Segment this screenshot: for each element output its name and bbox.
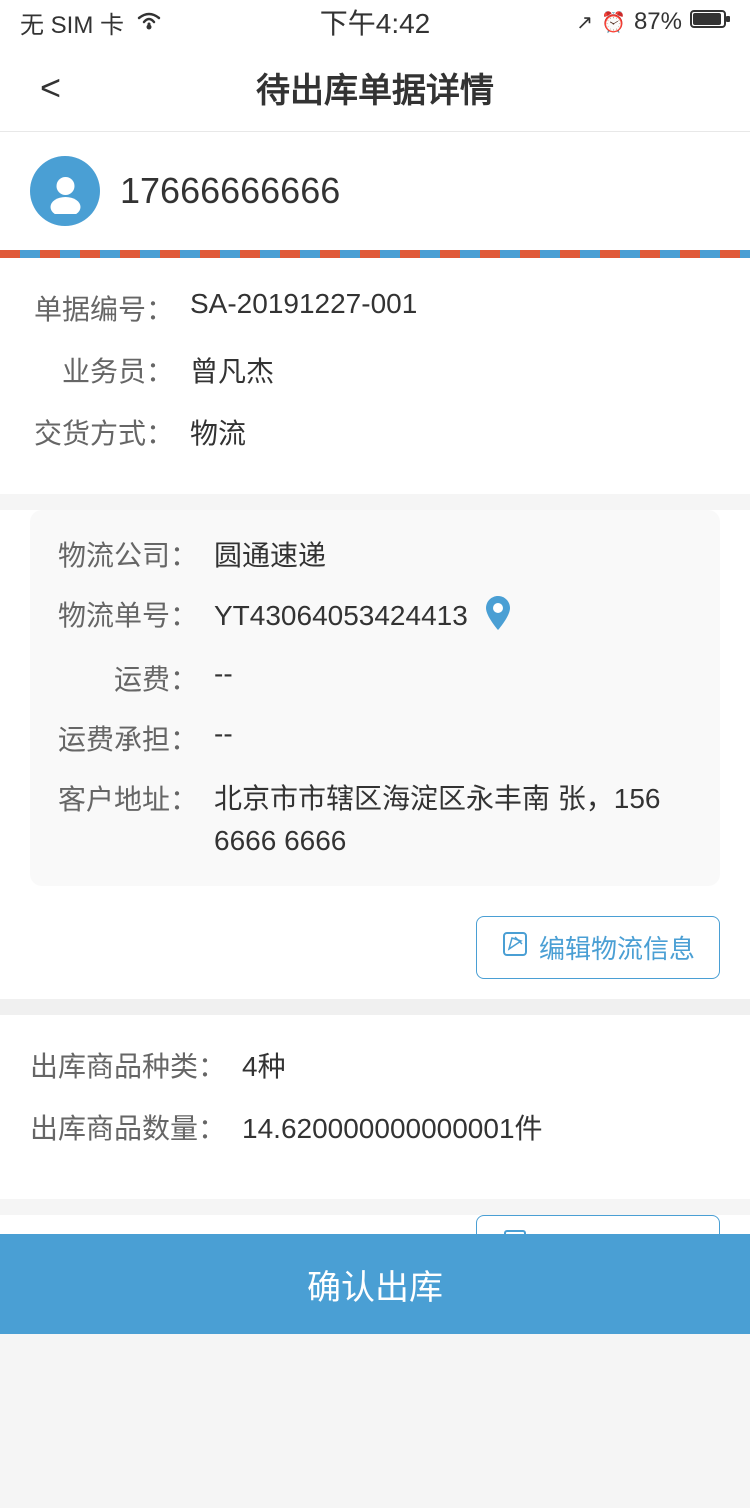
wifi-icon [134, 8, 164, 37]
carrier-text: 无 SIM 卡 [20, 5, 124, 40]
freight-label: 运费： [54, 658, 214, 698]
goods-types-row: 出库商品种类： 4种 [30, 1045, 720, 1085]
freight-row: 运费： -- [54, 658, 696, 698]
battery-icon [690, 8, 730, 36]
order-info-section: 单据编号： SA-20191227-001 业务员： 曾凡杰 交货方式： 物流 [0, 258, 750, 494]
page-title: 待出库单据详情 [256, 63, 494, 112]
confirm-outbound-button[interactable]: 确认出库 [307, 1260, 443, 1309]
location-service-icon: ↗ [576, 10, 593, 35]
freight-bear-value: -- [214, 718, 696, 750]
delivery-method-value: 物流 [190, 412, 720, 452]
goods-quantity-row: 出库商品数量： 14.620000000000001件 [30, 1107, 720, 1147]
alarm-icon: ⏰ [601, 10, 626, 35]
status-bar: 无 SIM 卡 下午4:42 ↗ ⏰ 87% [0, 0, 750, 44]
nav-bar: < 待出库单据详情 [0, 44, 750, 132]
goods-quantity-label: 出库商品数量： [30, 1107, 242, 1147]
battery-text: 87% [634, 8, 682, 36]
logistics-company-value: 圆通速递 [214, 534, 696, 574]
address-row: 客户地址： 北京市市辖区海淀区永丰南 张，156 6666 6666 [54, 778, 696, 862]
logistics-tracking-label: 物流单号： [54, 594, 214, 634]
avatar [30, 156, 100, 226]
sales-person-label: 业务员： [30, 350, 190, 390]
freight-bear-row: 运费承担： -- [54, 718, 696, 758]
logistics-tracking-row: 物流单号： YT43064053424413 [54, 594, 696, 638]
back-button[interactable]: < [30, 57, 71, 119]
status-right: ↗ ⏰ 87% [576, 8, 730, 36]
order-no-label: 单据编号： [30, 288, 190, 328]
edit-icon [501, 930, 529, 965]
user-phone: 17666666666 [120, 170, 340, 212]
status-left: 无 SIM 卡 [20, 5, 164, 40]
logistics-company-row: 物流公司： 圆通速递 [54, 534, 696, 574]
goods-section: 出库商品种类： 4种 出库商品数量： 14.620000000000001件 [0, 1015, 750, 1199]
address-label: 客户地址： [54, 778, 214, 818]
goods-types-value: 4种 [242, 1045, 720, 1085]
address-value: 北京市市辖区海淀区永丰南 张，156 6666 6666 [214, 778, 696, 862]
confirm-btn-container: 确认出库 [0, 1234, 750, 1334]
sales-person-row: 业务员： 曾凡杰 [30, 350, 720, 390]
sales-person-value: 曾凡杰 [190, 350, 720, 390]
tracking-location-icon[interactable] [482, 594, 514, 638]
edit-logistics-button[interactable]: 编辑物流信息 [476, 916, 720, 979]
status-time: 下午4:42 [320, 2, 431, 42]
logistics-card: 物流公司： 圆通速递 物流单号： YT43064053424413 运费： --… [30, 510, 720, 886]
section-divider [0, 999, 750, 1015]
order-no-row: 单据编号： SA-20191227-001 [30, 288, 720, 328]
goods-types-label: 出库商品种类： [30, 1045, 242, 1085]
logistics-company-label: 物流公司： [54, 534, 214, 574]
delivery-method-label: 交货方式： [30, 412, 190, 452]
dashed-divider [0, 250, 750, 258]
user-section: 17666666666 [0, 132, 750, 250]
freight-bear-label: 运费承担： [54, 718, 214, 758]
edit-btn-row: 编辑物流信息 [0, 916, 750, 999]
logistics-tracking-value: YT43064053424413 [214, 594, 696, 638]
goods-quantity-value: 14.620000000000001件 [242, 1107, 720, 1147]
order-no-value: SA-20191227-001 [190, 288, 720, 320]
delivery-method-row: 交货方式： 物流 [30, 412, 720, 452]
freight-value: -- [214, 658, 696, 690]
edit-logistics-label: 编辑物流信息 [539, 929, 695, 966]
bottom-spacer [0, 1308, 750, 1508]
